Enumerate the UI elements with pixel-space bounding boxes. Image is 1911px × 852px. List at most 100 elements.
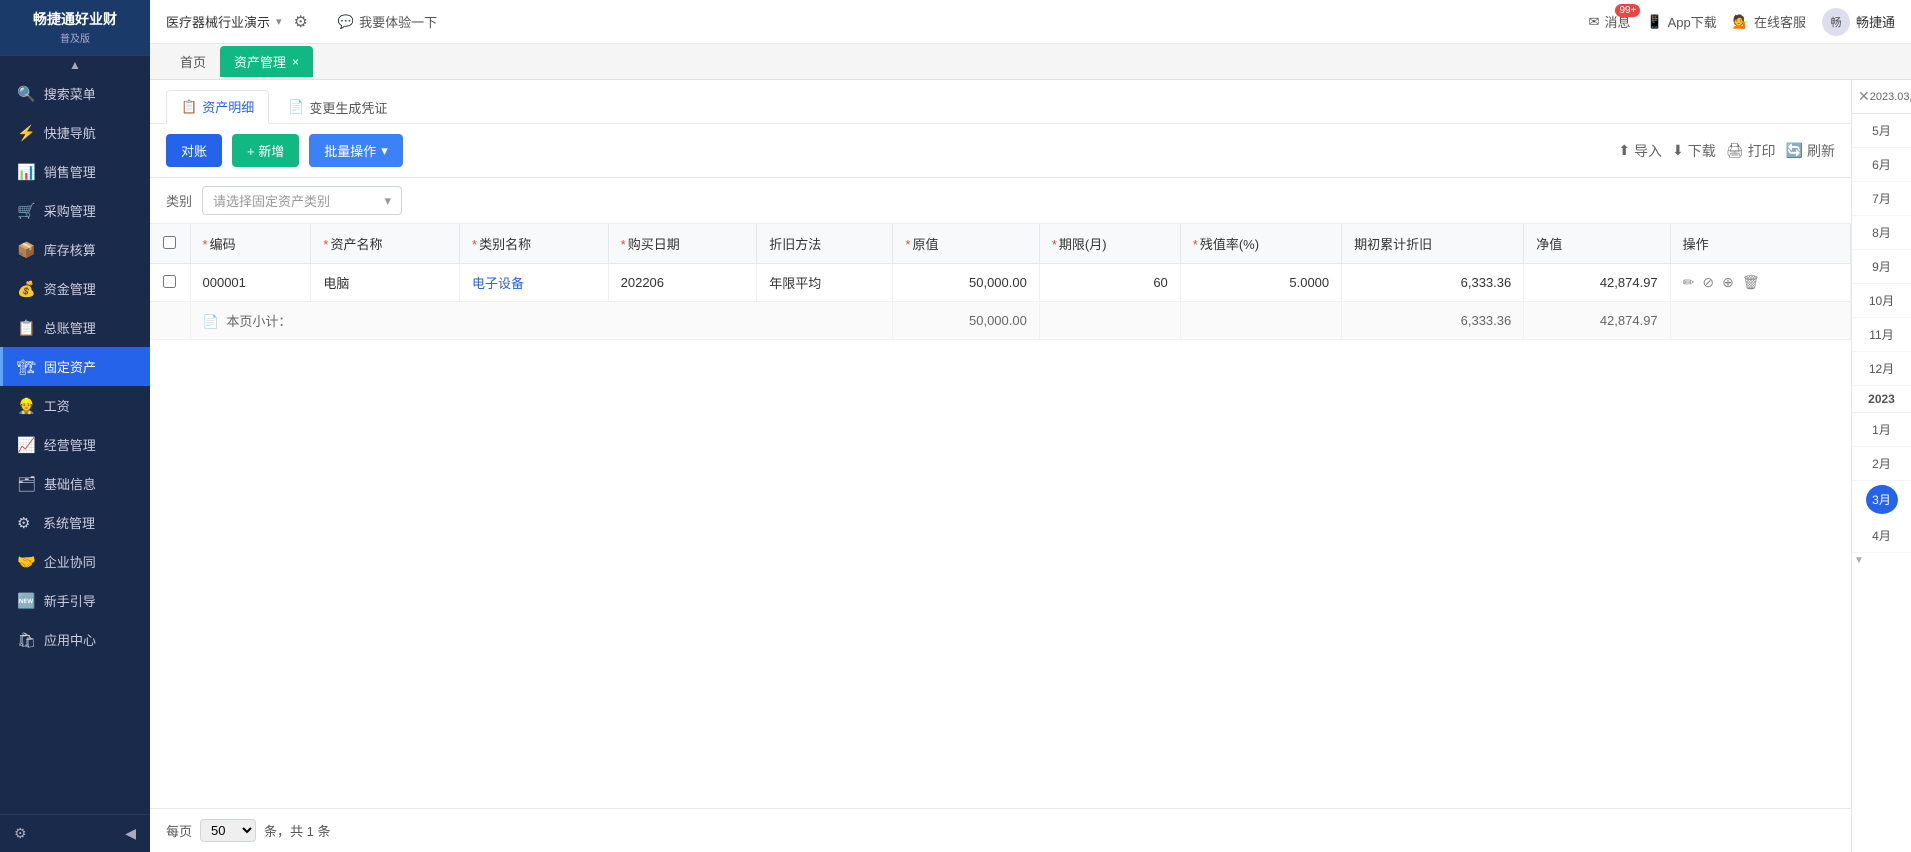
collapse-icon[interactable]: ◀: [125, 825, 136, 842]
content-main: 📋 资产明细 📄 变更生成凭证 对账 + 新增 批量操作 ▾: [150, 80, 1851, 852]
tab-home[interactable]: 首页: [166, 46, 220, 77]
refresh-button[interactable]: 🔄 刷新: [1786, 141, 1835, 161]
topbar: 医疗器械行业演示 ▾ ⚙ 💬 我要体验一下 ✉ 消息 99+ 📱 App下载 💁…: [150, 0, 1911, 44]
download-icon: ⬇: [1672, 142, 1684, 159]
system-icon: ⚙: [17, 514, 35, 532]
tab-active-label: 资产管理: [234, 52, 286, 71]
sidebar-item-funds[interactable]: 💰 资金管理: [0, 269, 150, 308]
app-download-action[interactable]: 📱 App下载: [1646, 12, 1716, 31]
reconcile-button[interactable]: 对账: [166, 134, 222, 167]
sidebar-label-ledger: 总账管理: [44, 318, 96, 337]
sidebar-item-inventory[interactable]: 📦 库存核算: [0, 230, 150, 269]
sidebar-label-system: 系统管理: [43, 513, 95, 532]
sidebar-label-sales: 销售管理: [44, 162, 96, 181]
user-menu[interactable]: 畅 畅捷通: [1822, 8, 1895, 36]
col-name: *资产名称: [311, 224, 460, 264]
message-icon: ✉: [1589, 14, 1600, 30]
right-panel-close-icon[interactable]: ✕: [1858, 88, 1870, 105]
message-action[interactable]: ✉ 消息 99+: [1589, 12, 1631, 31]
right-panel-year: 2023.03: [1870, 91, 1910, 103]
sidebar-nav: 🔍 搜索菜单 ⚡ 快捷导航 📊 销售管理 🛒 采购管理 📦 库存核算 💰 资金管…: [0, 74, 150, 814]
month-10[interactable]: 10月: [1852, 284, 1911, 318]
sidebar-item-fixedassets[interactable]: 🏗 固定资产: [0, 347, 150, 386]
select-all-checkbox[interactable]: [163, 236, 176, 249]
month-2023-1[interactable]: 1月: [1852, 413, 1911, 447]
sidebar-item-payroll[interactable]: 👷 工资: [0, 386, 150, 425]
sidebar-item-quicknav[interactable]: ⚡ 快捷导航: [0, 113, 150, 152]
sales-icon: 📊: [17, 163, 36, 181]
month-11[interactable]: 11月: [1852, 318, 1911, 352]
col-net-value: 净值: [1524, 224, 1670, 264]
copy-icon[interactable]: ⊘: [1702, 274, 1714, 291]
month-6[interactable]: 6月: [1852, 148, 1911, 182]
row-category: 电子设备: [460, 264, 609, 302]
company-selector[interactable]: 医疗器械行业演示 ▾: [166, 12, 282, 31]
basicinfo-icon: 🗂: [17, 475, 36, 493]
month-5[interactable]: 5月: [1852, 114, 1911, 148]
app-logo-title: 畅捷通好业财: [33, 10, 117, 28]
tab-close-icon[interactable]: ×: [292, 55, 299, 69]
gear-icon[interactable]: ⚙: [294, 12, 308, 32]
download-button[interactable]: ⬇ 下载: [1672, 141, 1716, 161]
row-checkbox[interactable]: [163, 275, 176, 288]
online-service-icon: 💁: [1733, 14, 1749, 30]
month-2023-4[interactable]: 4月: [1852, 519, 1911, 553]
sidebar-label-purchase: 采购管理: [44, 201, 96, 220]
sidebar-item-search[interactable]: 🔍 搜索菜单: [0, 74, 150, 113]
sidebar-item-guide[interactable]: 🆕 新手引导: [0, 581, 150, 620]
add-label: + 新增: [247, 141, 284, 160]
month-2023-3[interactable]: 3月: [1866, 485, 1898, 515]
username: 畅捷通: [1856, 12, 1895, 31]
company-caret-icon: ▾: [276, 15, 282, 28]
settings-icon[interactable]: ⚙: [14, 825, 27, 842]
sidebar-item-system[interactable]: ⚙ 系统管理: [0, 503, 150, 542]
row-residual-rate: 5.0000: [1180, 264, 1341, 302]
more-icon[interactable]: ⊕: [1722, 274, 1734, 291]
edit-icon[interactable]: ✏: [1683, 274, 1695, 291]
col-category: *类别名称: [460, 224, 609, 264]
month-12[interactable]: 12月: [1852, 352, 1911, 386]
avatar: 畅: [1822, 8, 1850, 36]
month-7[interactable]: 7月: [1852, 182, 1911, 216]
row-initial-accumulated-depreciation: 6,333.36: [1342, 264, 1524, 302]
asset-detail-icon: 📋: [181, 99, 197, 115]
delete-icon[interactable]: 🗑: [1742, 274, 1760, 291]
sidebar-item-basicinfo[interactable]: 🗂 基础信息: [0, 464, 150, 503]
feedback-button[interactable]: 💬 我要体验一下: [328, 8, 447, 35]
sidebar-item-sales[interactable]: 📊 销售管理: [0, 152, 150, 191]
company-name: 医疗器械行业演示: [166, 12, 270, 31]
funds-icon: 💰: [17, 280, 36, 298]
export-button[interactable]: ⬆ 导入: [1618, 141, 1662, 161]
sidebar-item-operations[interactable]: 📈 经营管理: [0, 425, 150, 464]
batch-button[interactable]: 批量操作 ▾: [309, 134, 403, 167]
scroll-down-indicator[interactable]: ▼: [1852, 553, 1911, 568]
filter-category-select[interactable]: 请选择固定资产类别 ▾: [202, 186, 402, 215]
month-2023-2[interactable]: 2月: [1852, 447, 1911, 481]
right-panel-year-2023: 2023: [1852, 386, 1911, 413]
sidebar-scroll-up[interactable]: ▲: [0, 56, 150, 74]
sidebar-item-appmarket[interactable]: 🛍 应用中心: [0, 620, 150, 659]
sub-tab-asset-detail[interactable]: 📋 资产明细: [166, 90, 269, 124]
main-area: 医疗器械行业演示 ▾ ⚙ 💬 我要体验一下 ✉ 消息 99+ 📱 App下载 💁…: [150, 0, 1911, 852]
add-button[interactable]: + 新增: [232, 134, 299, 167]
subtotal-residual: [1180, 302, 1341, 340]
row-code: 000001: [190, 264, 311, 302]
sidebar-item-purchase[interactable]: 🛒 采购管理: [0, 191, 150, 230]
month-9[interactable]: 9月: [1852, 250, 1911, 284]
download-label: 下载: [1688, 141, 1716, 161]
sub-tab-voucher[interactable]: 📄 变更生成凭证: [273, 91, 402, 123]
print-button[interactable]: 🖨 打印: [1726, 141, 1776, 161]
sidebar-item-ledger[interactable]: 📋 总账管理: [0, 308, 150, 347]
filter-bar: 类别 请选择固定资产类别 ▾: [150, 178, 1851, 224]
sidebar-logo: 畅捷通好业财 普及版: [0, 0, 150, 56]
tab-asset-management[interactable]: 资产管理 ×: [220, 46, 313, 77]
right-panel: ✕ 2023.03 ⤢ 5月 6月 7月 8月 9月 10月 11月 12月 2…: [1851, 80, 1911, 852]
search-icon: 🔍: [17, 85, 36, 103]
online-service-action[interactable]: 💁 在线客服: [1733, 12, 1806, 31]
row-net-value: 42,874.97: [1524, 264, 1670, 302]
subtotal-row: 📄 本页小计： 50,000.00 6,333.36 42,874.97: [150, 302, 1851, 340]
sidebar-item-enterprise[interactable]: 🤝 企业协同: [0, 542, 150, 581]
month-8[interactable]: 8月: [1852, 216, 1911, 250]
sidebar-label-guide: 新手引导: [44, 591, 96, 610]
per-page-select[interactable]: 10 20 50 100: [200, 819, 256, 842]
